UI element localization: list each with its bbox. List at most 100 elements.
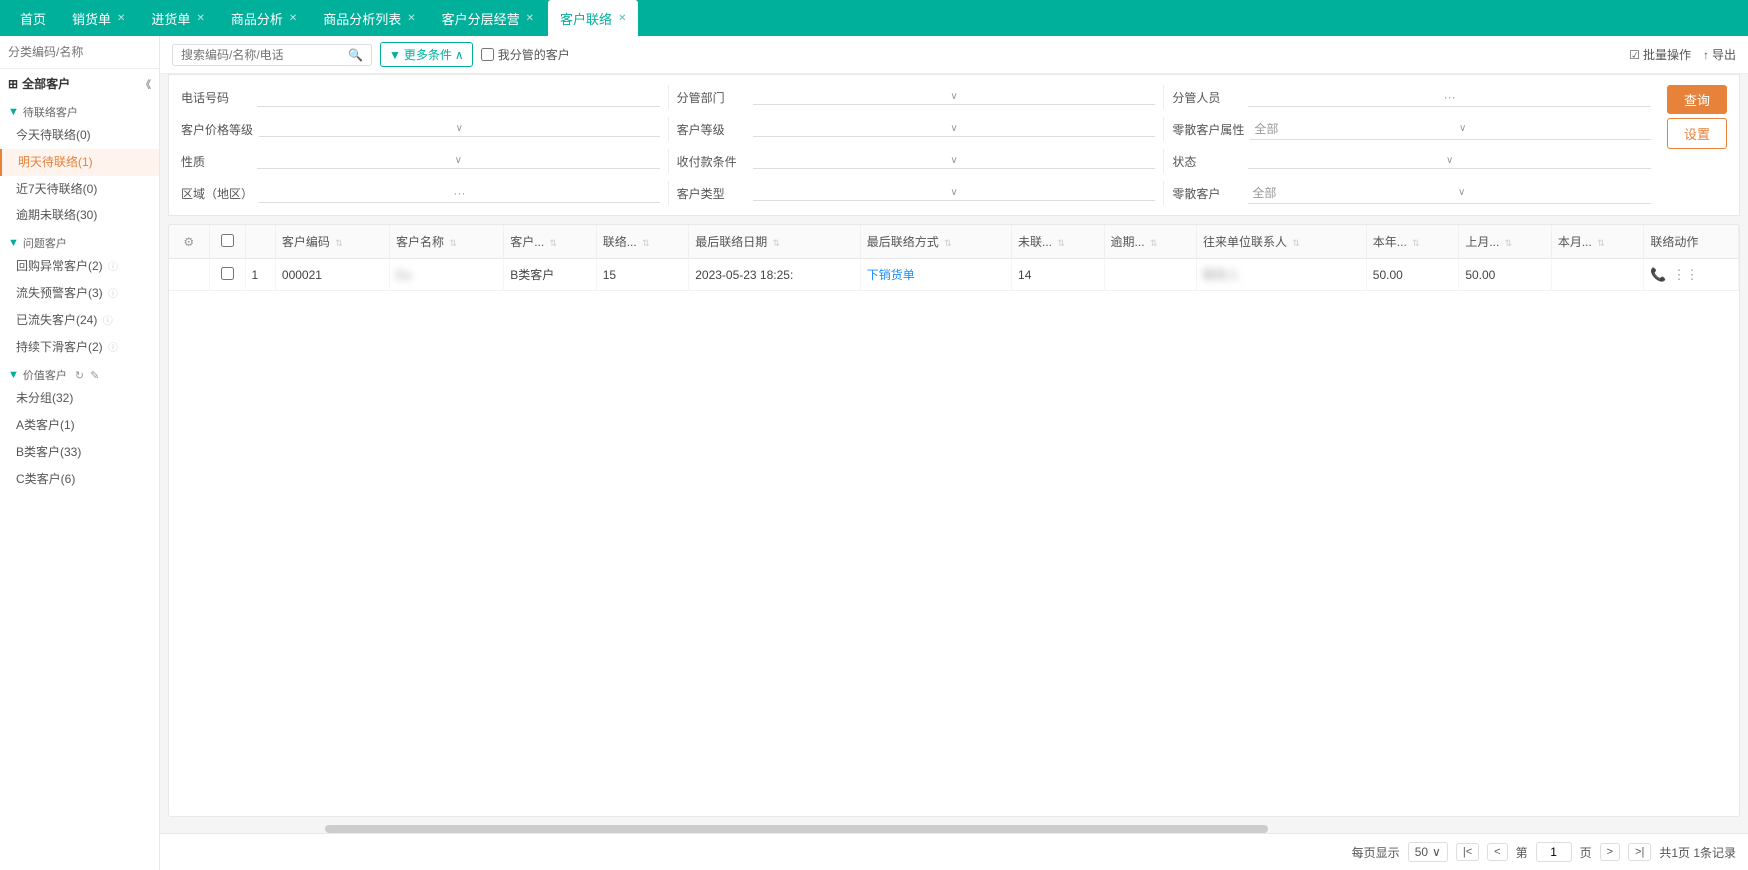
sidebar-item-class-a[interactable]: A类客户(1) — [0, 412, 159, 439]
page-number-input[interactable] — [1536, 842, 1572, 862]
sidebar-item-repurchase-abnormal[interactable]: 回购异常客户(2) ⓘ — [0, 253, 159, 280]
close-sales-order-icon[interactable]: ✕ — [117, 13, 125, 24]
close-purchase-order-icon[interactable]: ✕ — [196, 13, 204, 24]
customer-type-label: 客户类型 — [677, 185, 747, 202]
sidebar-search-input[interactable] — [8, 45, 160, 59]
col-this-month[interactable]: 本月... ⇅ — [1551, 225, 1644, 259]
retail-customer-select[interactable]: 全部 ∨ — [1248, 182, 1651, 204]
prev-page-btn[interactable]: < — [1487, 843, 1507, 861]
sort-year-icon: ⇅ — [1412, 238, 1420, 248]
col-last-contact-date[interactable]: 最后联络日期 ⇅ — [689, 225, 861, 259]
region-select[interactable]: ··· — [259, 184, 660, 203]
customer-type-select[interactable]: ∨ — [753, 185, 1156, 201]
col-settings[interactable]: ⚙ — [169, 225, 209, 259]
sidebar-item-ungrouped[interactable]: 未分组(32) — [0, 385, 159, 412]
filter-phone: 电话号码 — [181, 88, 660, 107]
col-overdue[interactable]: 逾期... ⇅ — [1104, 225, 1197, 259]
col-last-month[interactable]: 上月... ⇅ — [1459, 225, 1552, 259]
row-this-month — [1551, 259, 1644, 291]
table-row: 1 000021 Ea B类客户 15 2023-05-23 18:25: 下销… — [169, 259, 1739, 291]
row-index: 1 — [245, 259, 275, 291]
set-button[interactable]: 设置 — [1667, 118, 1727, 149]
nav-customer-segmentation[interactable]: 客户分层经营 ✕ — [430, 0, 546, 36]
region-ellipsis-icon[interactable]: ··· — [453, 186, 465, 200]
sidebar-item-class-c[interactable]: C类客户(6) — [0, 466, 159, 493]
nav-home[interactable]: 首页 — [8, 0, 58, 36]
manager-select[interactable]: ··· — [1248, 88, 1651, 107]
nav-purchase-order[interactable]: 进货单 ✕ — [139, 0, 216, 36]
page-size-select[interactable]: 50 ∨ — [1408, 842, 1448, 862]
row-last-contact-date: 2023-05-23 18:25: — [689, 259, 861, 291]
sidebar-item-churned[interactable]: 已流失客户(24) ⓘ — [0, 307, 159, 334]
sidebar-item-churn-warning[interactable]: 流失预警客户(3) ⓘ — [0, 280, 159, 307]
col-last-contact-method[interactable]: 最后联络方式 ⇅ — [860, 225, 1011, 259]
more-action-icon[interactable]: ⋮⋮ — [1673, 267, 1699, 283]
value-section-header[interactable]: ▼ 价值客户 ↻ ✎ — [0, 361, 159, 385]
select-all-checkbox[interactable] — [221, 234, 234, 247]
nav-product-analysis[interactable]: 商品分析 ✕ — [219, 0, 309, 36]
main-search-input[interactable] — [181, 48, 344, 62]
batch-operation-btn[interactable]: ☑ 批量操作 — [1629, 46, 1691, 63]
chevron-up-icon: ∧ — [455, 48, 464, 62]
col-this-year[interactable]: 本年... ⇅ — [1366, 225, 1459, 259]
status-select[interactable]: ∨ — [1248, 153, 1651, 169]
nav-product-analysis-list[interactable]: 商品分析列表 ✕ — [311, 0, 427, 36]
phone-input[interactable] — [257, 88, 660, 107]
sidebar-item-overdue-contact[interactable]: 逾期未联络(30) — [0, 202, 159, 229]
close-product-analysis-icon[interactable]: ✕ — [289, 13, 297, 24]
sidebar-item-today-contact[interactable]: 今天待联络(0) — [0, 122, 159, 149]
next-page-btn[interactable]: > — [1600, 843, 1620, 861]
row-checkbox[interactable] — [221, 267, 234, 280]
col-contact-person[interactable]: 往来单位联系人 ⇅ — [1197, 225, 1367, 259]
col-name[interactable]: 客户名称 ⇅ — [390, 225, 504, 259]
price-grade-select[interactable]: ∨ — [259, 121, 660, 137]
phone-action-icon[interactable]: 📞 — [1650, 267, 1666, 283]
department-chevron-icon: ∨ — [950, 91, 957, 102]
first-page-btn[interactable]: |< — [1456, 843, 1479, 861]
horizontal-scrollbar[interactable] — [168, 825, 1740, 833]
scrollbar-thumb[interactable] — [325, 825, 1268, 833]
manager-label: 分管人员 — [1172, 89, 1242, 106]
my-customers-checkbox[interactable] — [481, 48, 494, 61]
col-code[interactable]: 客户编码 ⇅ — [275, 225, 389, 259]
last-page-btn[interactable]: >| — [1628, 843, 1651, 861]
payment-select[interactable]: ∨ — [753, 153, 1156, 169]
col-type[interactable]: 客户... ⇅ — [504, 225, 597, 259]
sidebar-item-class-b[interactable]: B类客户(33) — [0, 439, 159, 466]
col-not-contact[interactable]: 未联... ⇅ — [1012, 225, 1105, 259]
status-label: 状态 — [1172, 153, 1242, 170]
search-icon[interactable]: 🔍 — [348, 48, 363, 62]
filter-retail-customer: 零散客户 全部 ∨ — [1172, 182, 1651, 204]
close-product-analysis-list-icon[interactable]: ✕ — [407, 13, 415, 24]
ellipsis-icon[interactable]: ··· — [1444, 90, 1456, 104]
department-select[interactable]: ∨ — [753, 89, 1156, 105]
nav-sales-order[interactable]: 销货单 ✕ — [60, 0, 137, 36]
sidebar-item-week-contact[interactable]: 近7天待联络(0) — [0, 176, 159, 203]
export-btn[interactable]: ↑ 导出 — [1703, 46, 1736, 63]
all-customers-header[interactable]: ⊞ 全部客户 《 — [0, 69, 159, 98]
price-grade-label: 客户价格等级 — [181, 121, 253, 138]
query-button[interactable]: 查询 — [1667, 85, 1727, 114]
edit-icon[interactable]: ✎ — [90, 369, 99, 382]
problem-section-header[interactable]: ▼ 问题客户 — [0, 229, 159, 253]
filter-row-2: 客户价格等级 ∨ 客户等级 ∨ — [181, 117, 1651, 141]
col-index — [245, 225, 275, 259]
refresh-icon[interactable]: ↻ — [75, 369, 84, 382]
price-grade-chevron-icon: ∨ — [456, 123, 463, 134]
close-customer-seg-icon[interactable]: ✕ — [526, 13, 534, 24]
close-customer-contact-icon[interactable]: ✕ — [618, 13, 626, 24]
more-conditions-btn[interactable]: ▼ 更多条件 ∧ — [380, 42, 473, 67]
page-size-chevron-icon: ∨ — [1432, 845, 1441, 859]
last-contact-method-link[interactable]: 下销货单 — [867, 268, 915, 282]
nav-customer-contact[interactable]: 客户联络 ✕ — [548, 0, 638, 36]
row-this-year: 50.00 — [1366, 259, 1459, 291]
sidebar-item-tomorrow-contact[interactable]: 明天待联络(1) — [0, 149, 159, 176]
collapse-sidebar-icon[interactable]: 《 — [141, 76, 151, 91]
my-customers-checkbox-label[interactable]: 我分管的客户 — [481, 46, 570, 63]
retail-attr-select[interactable]: 全部 ∨ — [1250, 118, 1651, 140]
nature-select[interactable]: ∨ — [257, 153, 660, 169]
sidebar-item-declining[interactable]: 持续下滑客户(2) ⓘ — [0, 334, 159, 361]
col-contact[interactable]: 联络... ⇅ — [596, 225, 689, 259]
customer-grade-select[interactable]: ∨ — [753, 121, 1156, 137]
pending-section-header[interactable]: ▼ 待联络客户 — [0, 98, 159, 122]
